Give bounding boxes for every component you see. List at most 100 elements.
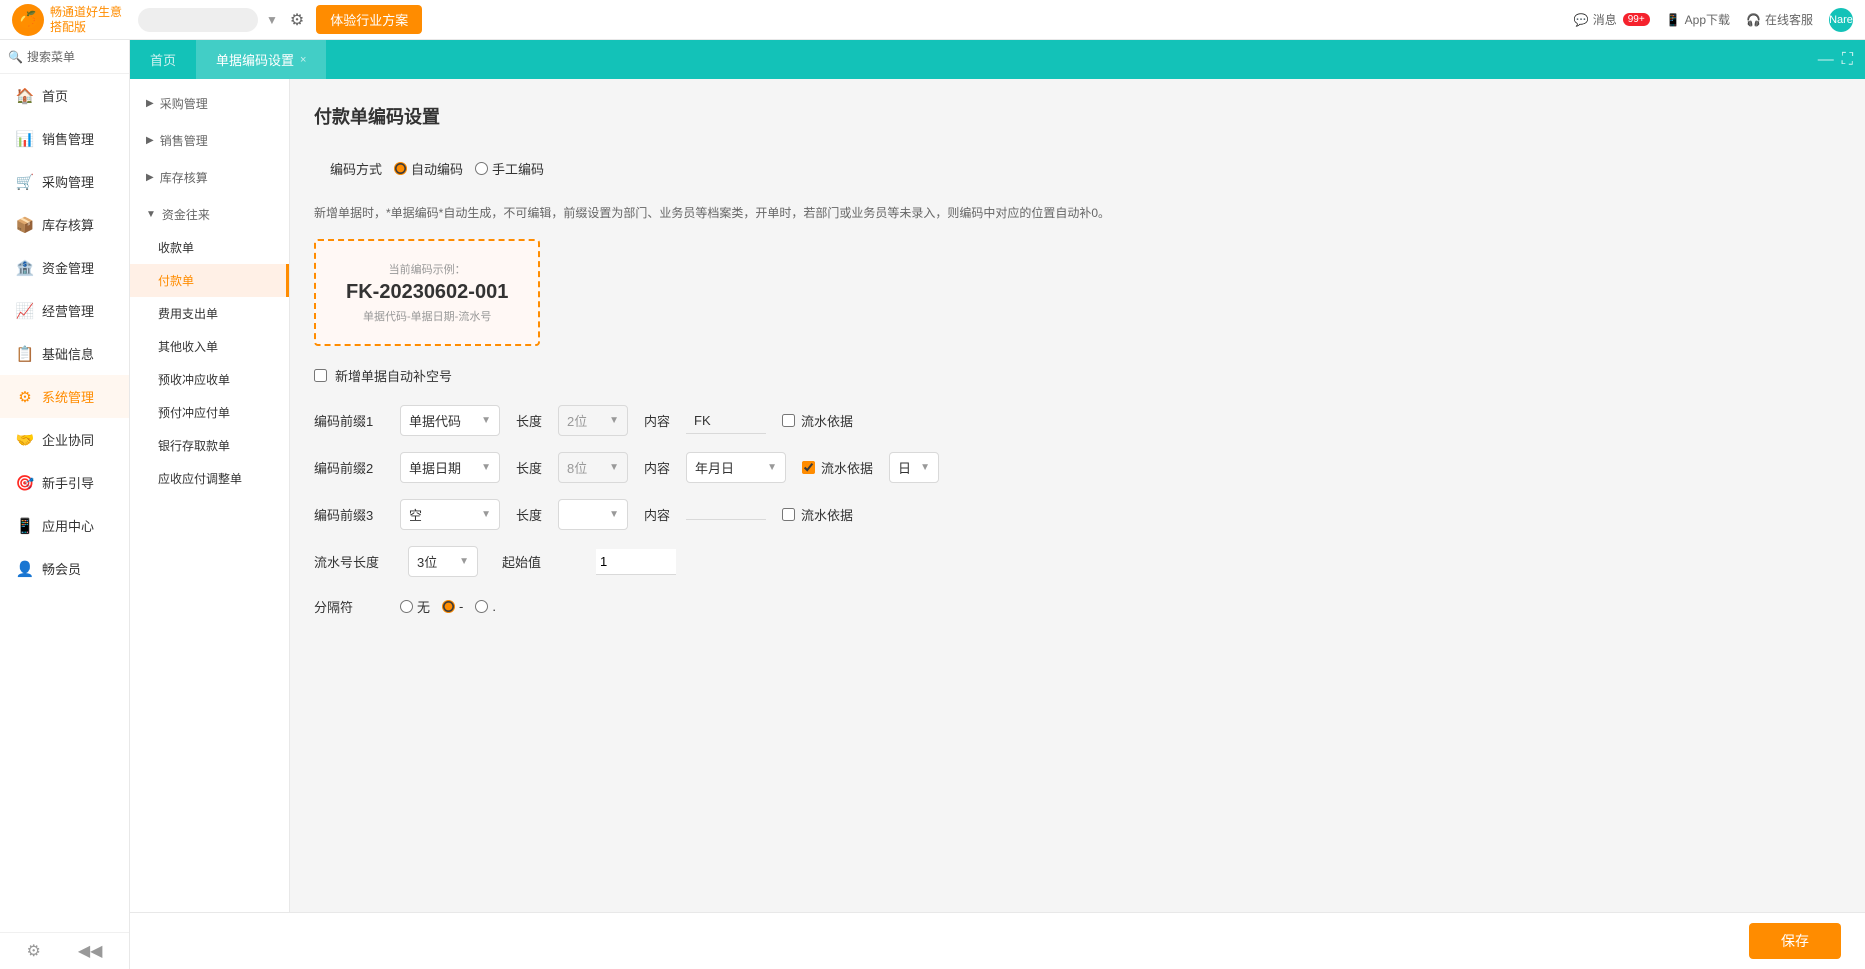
nav-item-ap-ar-adjust[interactable]: 应收应付调整单 <box>130 462 289 495</box>
separator-dot-label[interactable]: . <box>475 599 496 614</box>
preview-desc: 单据代码-单据日期-流水号 <box>346 308 508 324</box>
search-menu[interactable]: 🔍 搜索菜单 <box>0 40 129 74</box>
separator-none-label[interactable]: 无 <box>400 597 430 616</box>
content2-select[interactable]: 年月日 ▼ <box>686 452 786 483</box>
length3-select[interactable]: ▼ <box>558 499 628 530</box>
top-right-actions: 💬 消息 99+ 📱 App下载 🎧 在线客服 Nare <box>1574 8 1853 32</box>
online-service-btn[interactable]: 🎧 在线客服 <box>1746 11 1813 28</box>
sidebar-item-purchase[interactable]: 🛒 采购管理 <box>0 160 129 203</box>
sidebar-item-sales[interactable]: 📊 销售管理 <box>0 117 129 160</box>
manual-code-radio[interactable] <box>475 162 488 175</box>
stream3-checkbox[interactable] <box>782 508 795 521</box>
length1-label: 长度 <box>516 411 542 430</box>
prefix-row-2: 编码前缀2 单据日期 ▼ 长度 8位 ▼ 内容 年月日 ▼ <box>314 452 1841 483</box>
serial-length-label: 流水号长度 <box>314 552 384 571</box>
message-icon: 💬 <box>1574 13 1589 27</box>
content2-label: 内容 <box>644 458 670 477</box>
stream3-check-label[interactable]: 流水依据 <box>782 505 853 524</box>
stream2-check-label[interactable]: 流水依据 <box>802 458 873 477</box>
chevron-down-icon8: ▼ <box>920 462 930 473</box>
collapse-icon[interactable]: ◀◀ <box>78 941 103 961</box>
prefix1-label: 编码前缀1 <box>314 411 384 430</box>
stream1-checkbox[interactable] <box>782 414 795 427</box>
separator-label: 分隔符 <box>314 597 384 616</box>
main-layout: 🔍 搜索菜单 🏠 首页 📊 销售管理 🛒 采购管理 📦 库存核算 🏦 资金管理 … <box>0 40 1865 969</box>
manual-code-radio-label[interactable]: 手工编码 <box>475 159 544 178</box>
sidebar-item-inventory[interactable]: 📦 库存核算 <box>0 203 129 246</box>
prefix3-select[interactable]: 空 ▼ <box>400 499 500 530</box>
chevron-right-icon3: ▶ <box>146 172 154 183</box>
nav-item-receipt[interactable]: 收款单 <box>130 231 289 264</box>
sidebar-item-enterprise[interactable]: 🤝 企业协同 <box>0 418 129 461</box>
app-download-btn[interactable]: 📱 App下载 <box>1666 11 1730 28</box>
sidebar-item-system[interactable]: ⚙ 系统管理 <box>0 375 129 418</box>
sidebar-item-home[interactable]: 🏠 首页 <box>0 74 129 117</box>
tab-bar: 首页 单据编码设置 × — ⛶ <box>130 40 1865 79</box>
preview-label: 当前编码示例： <box>346 261 508 277</box>
stream2-checkbox[interactable] <box>802 461 815 474</box>
prefix-row-1: 编码前缀1 单据代码 ▼ 长度 2位 ▼ 内容 FK 流水依据 <box>314 405 1841 436</box>
sidebar-item-newbie[interactable]: 🎯 新手引导 <box>0 461 129 504</box>
nav-group-purchase-title[interactable]: ▶ 采购管理 <box>130 87 289 120</box>
sidebar-item-app-center[interactable]: 📱 应用中心 <box>0 504 129 547</box>
bottom-bar: 保存 <box>290 912 1865 969</box>
prefix1-select[interactable]: 单据代码 ▼ <box>400 405 500 436</box>
tab-document-code[interactable]: 单据编码设置 × <box>196 40 326 79</box>
auto-code-radio-label[interactable]: 自动编码 <box>394 159 463 178</box>
tab-close-icon[interactable]: × <box>300 54 306 66</box>
auto-fill-label: 新增单据自动补空号 <box>335 366 452 385</box>
sidebar-item-capital[interactable]: 🏦 资金管理 <box>0 246 129 289</box>
chevron-down-icon11: ▼ <box>459 556 469 567</box>
sidebar-item-operations[interactable]: 📈 经营管理 <box>0 289 129 332</box>
settings-bottom-icon[interactable]: ⚙ <box>27 941 41 961</box>
tab-home[interactable]: 首页 <box>130 40 196 79</box>
nav-item-bank-deposit[interactable]: 银行存取款单 <box>130 429 289 462</box>
serial-row: 流水号长度 3位 ▼ 起始值 <box>314 546 1841 577</box>
separator-dash-label[interactable]: - <box>442 599 463 614</box>
appcenter-icon: 📱 <box>16 517 34 535</box>
separator-dot-radio[interactable] <box>475 600 488 613</box>
length2-label: 长度 <box>516 458 542 477</box>
auto-code-radio[interactable] <box>394 162 407 175</box>
top-bar: 🍊 畅通道好生意 搭配版 ▼ ⚙ 体验行业方案 💬 消息 99+ 📱 App下载… <box>0 0 1865 40</box>
length2-select[interactable]: 8位 ▼ <box>558 452 628 483</box>
separator-row: 分隔符 无 - . <box>314 597 1841 616</box>
message-btn[interactable]: 💬 消息 99+ <box>1574 11 1650 28</box>
nav-group-sales-title[interactable]: ▶ 销售管理 <box>130 124 289 157</box>
chevron-down-icon4: ▼ <box>609 415 619 426</box>
start-value-input[interactable] <box>596 549 676 575</box>
nav-item-other-income[interactable]: 其他收入单 <box>130 330 289 363</box>
length1-select[interactable]: 2位 ▼ <box>558 405 628 436</box>
sidebar-item-basic-info[interactable]: 📋 基础信息 <box>0 332 129 375</box>
form-area: 付款单编码设置 编码方式 自动编码 手工编码 新增单据时，*单据编码*自动生成，… <box>290 79 1865 969</box>
maximize-button[interactable]: ⛶ <box>1842 51 1853 69</box>
serial-length-select[interactable]: 3位 ▼ <box>408 546 478 577</box>
logo-icon: 🍊 <box>12 4 44 36</box>
download-icon: 📱 <box>1666 13 1681 27</box>
logo: 🍊 畅通道好生意 搭配版 <box>12 4 122 36</box>
separator-none-radio[interactable] <box>400 600 413 613</box>
coding-method-label: 编码方式 <box>330 159 382 178</box>
coding-method-row: 编码方式 自动编码 手工编码 <box>314 149 1841 188</box>
nav-group-purchase: ▶ 采购管理 <box>130 87 289 120</box>
logo-text: 畅通道好生意 搭配版 <box>50 5 122 34</box>
separator-dash-radio[interactable] <box>442 600 455 613</box>
prefix2-select[interactable]: 单据日期 ▼ <box>400 452 500 483</box>
auto-fill-checkbox[interactable] <box>314 369 327 382</box>
nav-item-prepay-payable[interactable]: 预付冲应付单 <box>130 396 289 429</box>
prefix3-label: 编码前缀3 <box>314 505 384 524</box>
user-avatar[interactable]: Nare <box>1829 8 1853 32</box>
nav-group-capital-title[interactable]: ▼ 资金往来 <box>130 198 289 231</box>
gear-icon[interactable]: ⚙ <box>286 6 308 34</box>
nav-item-payment[interactable]: 付款单 <box>130 264 289 297</box>
nav-item-prepay-receivable[interactable]: 预收冲应收单 <box>130 363 289 396</box>
save-button[interactable]: 保存 <box>1749 923 1841 959</box>
nav-group-inventory-title[interactable]: ▶ 库存核算 <box>130 161 289 194</box>
minimize-button[interactable]: — <box>1818 51 1834 69</box>
sidebar-item-member[interactable]: 👤 畅会员 <box>0 547 129 590</box>
stream1-check-label[interactable]: 流水依据 <box>782 411 853 430</box>
trial-button[interactable]: 体验行业方案 <box>316 5 422 34</box>
nav-item-expense[interactable]: 费用支出单 <box>130 297 289 330</box>
stream2-select[interactable]: 日 ▼ <box>889 452 939 483</box>
prefix2-label: 编码前缀2 <box>314 458 384 477</box>
